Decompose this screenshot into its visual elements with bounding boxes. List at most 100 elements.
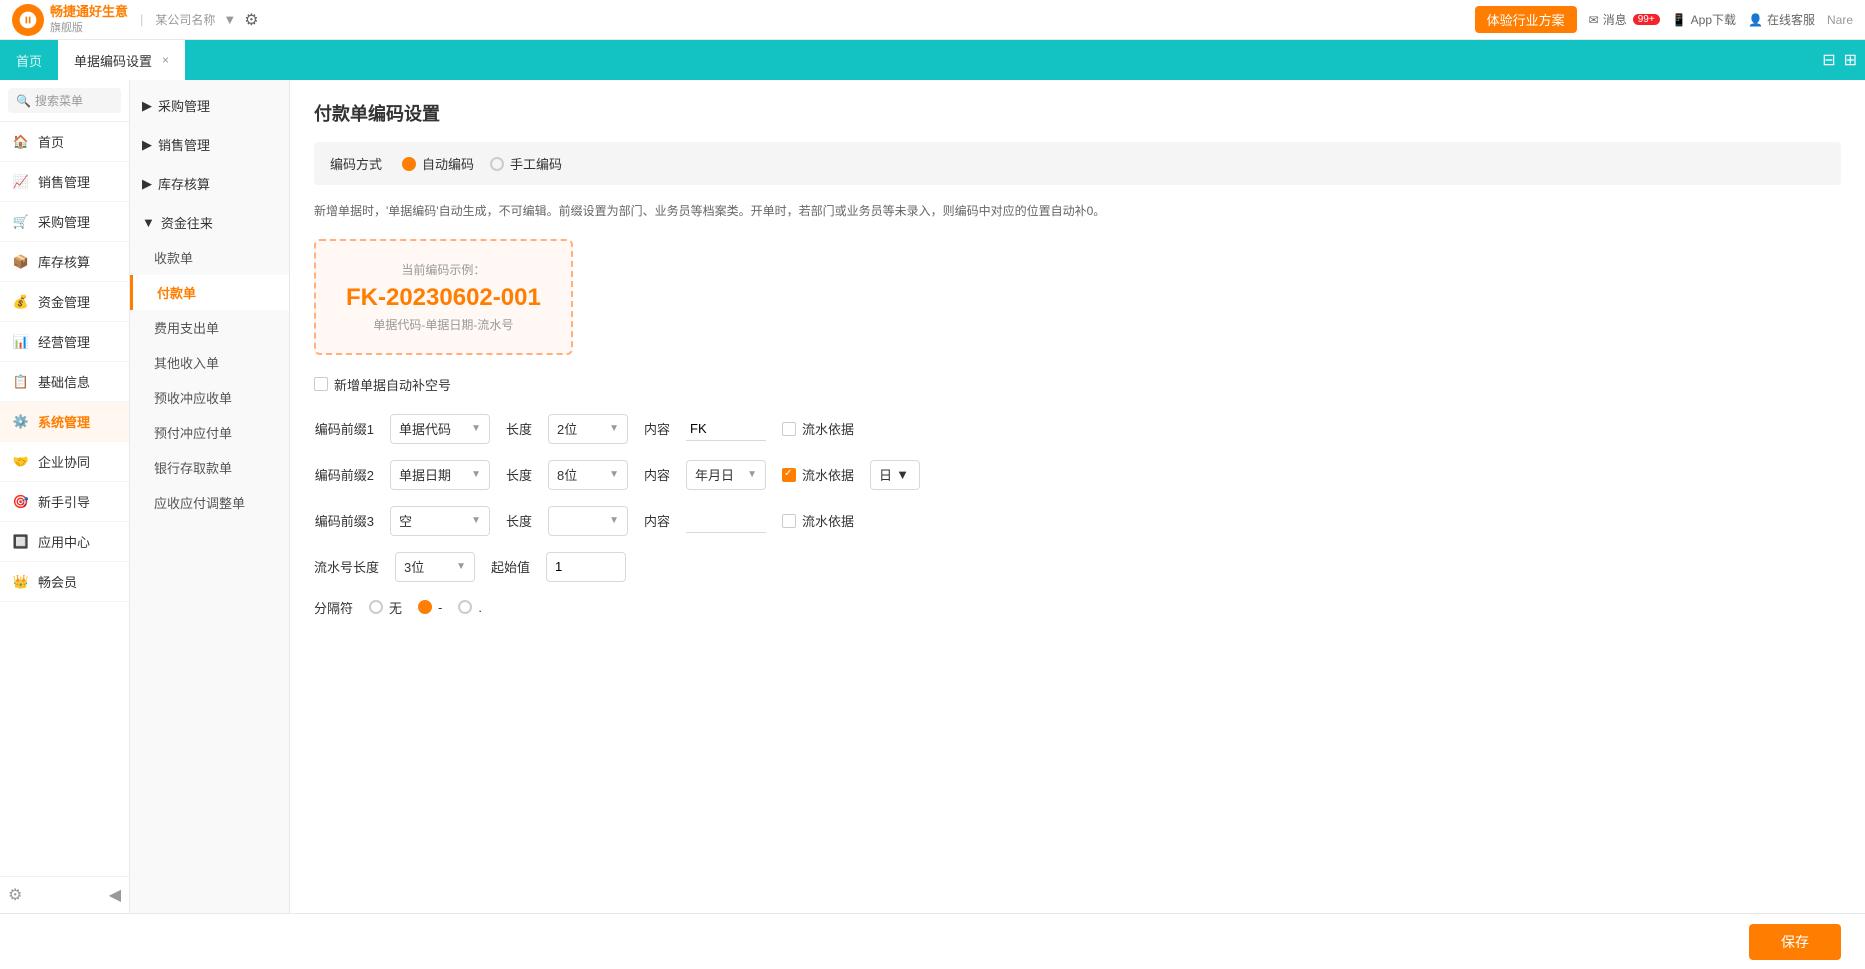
sub-item-receipt[interactable]: 收款单 [130,240,289,275]
prefix2-serial-checkbox-box [782,468,796,482]
sidebar-item-enterprise[interactable]: 🤝 企业协同 [0,442,129,482]
app-download-button[interactable]: 📱 App下载 [1672,11,1736,28]
prefix3-row: 编码前缀3 空 ▼ 长度 ▼ 内容 [314,506,1841,536]
apps-icon: 🔲 [12,533,30,551]
sidebar-item-system[interactable]: ⚙️ 系统管理 [0,402,129,442]
save-button[interactable]: 保存 [1749,924,1841,960]
collapse-sidebar-icon[interactable]: ◀ [109,885,121,905]
prefix1-select[interactable]: 单据代码 ▼ [390,414,490,444]
manual-code-radio[interactable]: 手工编码 [490,154,562,173]
separator-radio-group: 无 - . [369,598,482,617]
inventory-icon: 📦 [12,253,30,271]
prefix3-label: 编码前缀3 [314,511,374,530]
prefix2-label: 编码前缀2 [314,465,374,484]
serial-length-dropdown-icon: ▼ [456,561,466,572]
settings-icon[interactable]: ⚙ [244,10,258,30]
search-icon: 🔍 [16,94,31,108]
prefix1-serial-checkbox-box [782,422,796,436]
system-icon: ⚙️ [12,413,30,431]
bottom-bar: 保存 [0,913,1865,969]
sidebar-item-home[interactable]: 🏠 首页 [0,122,129,162]
sub-item-payment[interactable]: 付款单 [130,275,289,310]
prefix1-dropdown-icon: ▼ [471,423,481,434]
sidebar-item-operations[interactable]: 📊 经营管理 [0,322,129,362]
sub-item-adjustment[interactable]: 应收应付调整单 [130,485,289,520]
member-icon: 👑 [12,573,30,591]
sub-item-expense[interactable]: 费用支出单 [130,310,289,345]
manual-code-radio-circle [490,157,504,171]
finance-icon: 💰 [12,293,30,311]
sub-item-other-income[interactable]: 其他收入单 [130,345,289,380]
sidebar-item-sales[interactable]: 📈 销售管理 [0,162,129,202]
prefix2-content-dropdown-icon: ▼ [747,469,757,480]
nav-tab-controls: ⊟ ⊞ [1822,50,1865,70]
content-area: ▶ 采购管理 ▶ 销售管理 ▶ 库存核算 [130,80,1865,913]
sidebar-search[interactable]: 🔍 搜索菜单 [0,80,129,122]
prefix3-serial-checkbox[interactable]: 流水依据 [782,511,854,530]
online-service-button[interactable]: 👤 在线客服 [1748,11,1815,28]
topbar-actions: 体验行业方案 ✉ 消息 99+ 📱 App下载 👤 在线客服 Nare [1475,6,1853,33]
separator-dot-radio-circle [458,600,472,614]
prefix3-select[interactable]: 空 ▼ [390,506,490,536]
auto-fill-checkbox[interactable]: 新增单据自动补空号 [314,375,451,394]
prefix1-length-select[interactable]: 2位 ▼ [548,414,628,444]
serial-length-select[interactable]: 3位 ▼ [395,552,475,582]
sidebar-item-purchase[interactable]: 🛒 采购管理 [0,202,129,242]
tab-code-settings[interactable]: 单据编码设置 × [58,40,185,80]
trial-industry-button[interactable]: 体验行业方案 [1475,6,1577,33]
sub-group-funds-title[interactable]: ▼ 资金往来 [130,205,289,240]
download-icon: 📱 [1672,13,1687,27]
serial-length-label: 流水号长度 [314,557,379,576]
maximize-button[interactable]: ⊞ [1844,50,1857,70]
prefix2-content-label: 内容 [644,465,670,484]
prefix2-length-select[interactable]: 8位 ▼ [548,460,628,490]
sub-item-pre-payment[interactable]: 预付冲应付单 [130,415,289,450]
prefix3-content-input[interactable] [686,509,766,533]
arrow-right-icon3: ▶ [142,176,152,192]
sub-group-sales-title[interactable]: ▶ 销售管理 [130,127,289,162]
separator-dash-radio[interactable]: - [418,600,442,615]
sub-item-bank[interactable]: 银行存取款单 [130,450,289,485]
sidebar-item-guide[interactable]: 🎯 新手引导 [0,482,129,522]
topbar-left: 畅捷通好生意 旗舰版 | 某公司名称 ▼ ⚙ [12,4,259,36]
auto-fill-row: 新增单据自动补空号 [314,375,1841,394]
sidebar-item-member[interactable]: 👑 畅会员 [0,562,129,602]
preview-label: 当前编码示例： [346,261,541,278]
auto-code-radio[interactable]: 自动编码 [402,154,474,173]
tab-home[interactable]: 首页 [0,40,58,80]
enterprise-icon: 🤝 [12,453,30,471]
search-input-area[interactable]: 🔍 搜索菜单 [8,88,121,113]
encoding-method-label: 编码方式 [330,154,382,173]
sub-group-sales: ▶ 销售管理 [130,127,289,162]
prefix1-serial-checkbox[interactable]: 流水依据 [782,419,854,438]
prefix2-day-select[interactable]: 日 ▼ [870,460,920,490]
settings-footer-icon[interactable]: ⚙ [8,885,22,905]
separator-none-radio[interactable]: 无 [369,598,402,617]
sub-item-pre-receipt[interactable]: 预收冲应收单 [130,380,289,415]
sidebar-item-finance[interactable]: 💰 资金管理 [0,282,129,322]
sub-group-inventory-title[interactable]: ▶ 库存核算 [130,166,289,201]
sub-group-purchase: ▶ 采购管理 [130,88,289,123]
message-button[interactable]: ✉ 消息 99+ [1589,11,1660,28]
sidebar-item-base[interactable]: 📋 基础信息 [0,362,129,402]
sidebar-item-inventory[interactable]: 📦 库存核算 [0,242,129,282]
prefix2-select[interactable]: 单据日期 ▼ [390,460,490,490]
sidebar-item-apps[interactable]: 🔲 应用中心 [0,522,129,562]
prefix3-length-select[interactable]: ▼ [548,506,628,536]
arrow-right-icon2: ▶ [142,137,152,153]
sub-group-purchase-title[interactable]: ▶ 采购管理 [130,88,289,123]
company-dropdown-icon[interactable]: ▼ [223,12,236,27]
prefix1-row: 编码前缀1 单据代码 ▼ 长度 2位 ▼ 内容 [314,414,1841,444]
prefix1-label: 编码前缀1 [314,419,374,438]
prefix2-serial-checkbox[interactable]: 流水依据 [782,465,854,484]
serial-start-input[interactable] [546,552,626,582]
user-name[interactable]: Nare [1827,13,1853,27]
separator-dot-radio[interactable]: . [458,600,482,615]
minimize-button[interactable]: ⊟ [1822,50,1835,70]
separator-label: 分隔符 [314,598,353,617]
tab-close-icon[interactable]: × [162,53,169,67]
prefix2-content-select[interactable]: 年月日 ▼ [686,460,766,490]
purchase-icon: 🛒 [12,213,30,231]
nav-tabs: 首页 单据编码设置 × ⊟ ⊞ [0,40,1865,80]
prefix1-content-input[interactable] [686,417,766,441]
